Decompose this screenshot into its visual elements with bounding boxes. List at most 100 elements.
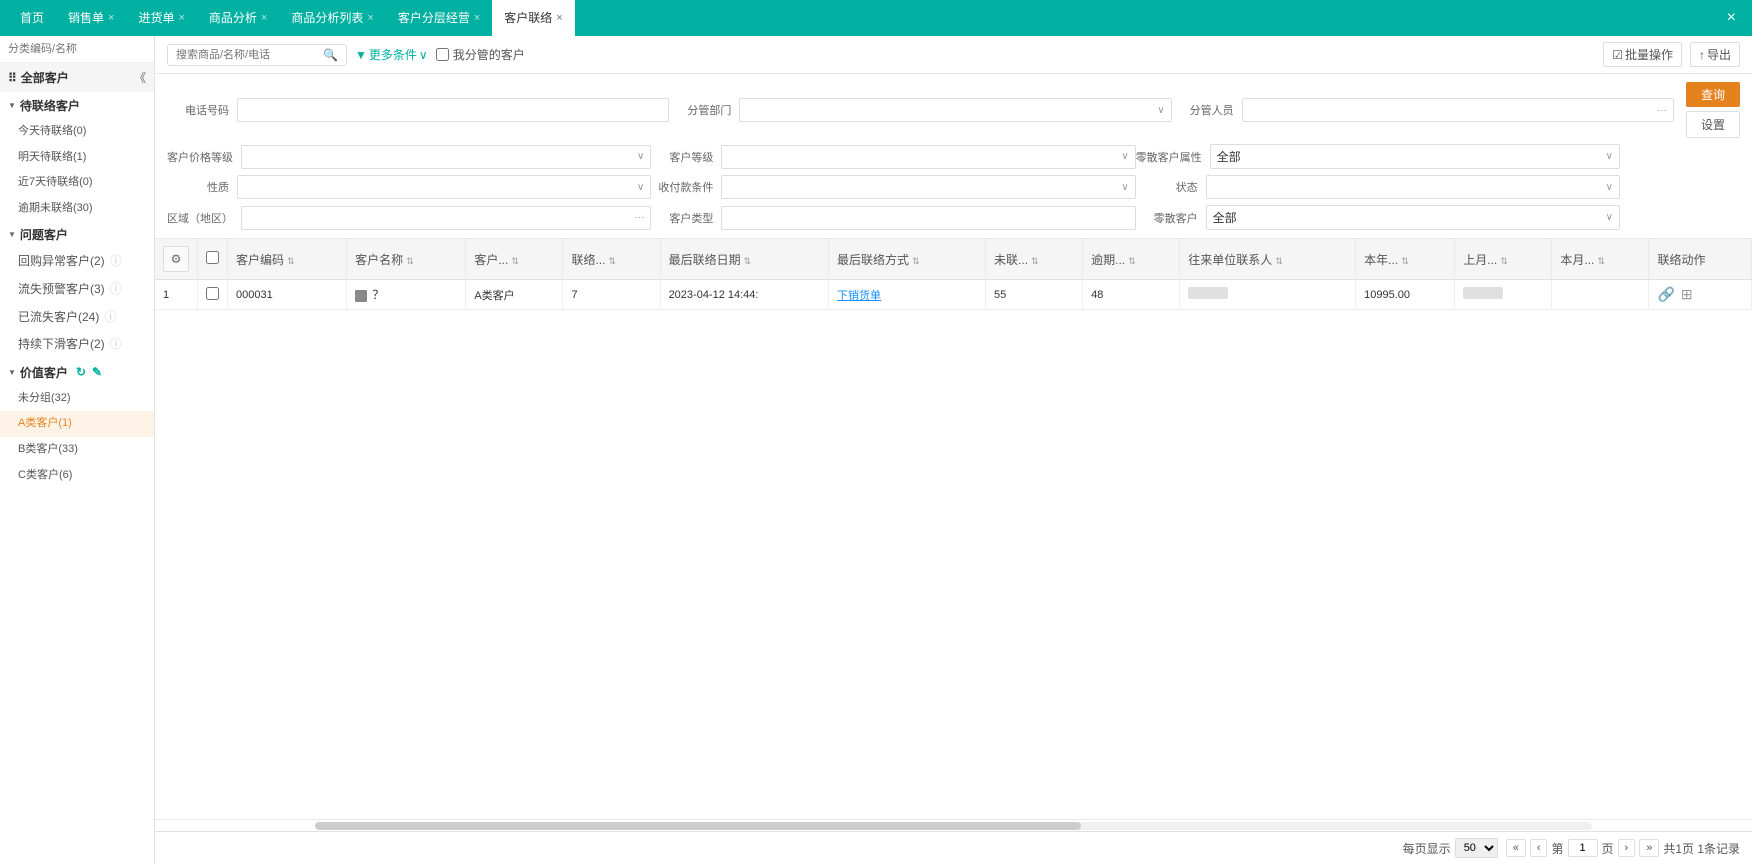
sidebar-item-churned[interactable]: 已流失客户(24) ⓘ	[0, 304, 154, 332]
filter-dept-select[interactable]: ∨	[739, 98, 1171, 122]
edit-icon[interactable]: ✎	[92, 365, 102, 379]
close-sales-tab[interactable]: ×	[108, 0, 114, 36]
nav-tab-analysis-list[interactable]: 商品分析列表 ×	[279, 0, 385, 36]
row-checkbox[interactable]	[206, 287, 219, 300]
my-customers-checkbox-area[interactable]: 我分管的客户	[436, 46, 525, 63]
filter-retail-customer: 零散客户 全部 ∨	[1136, 205, 1620, 230]
filter-nature-select[interactable]: ∨	[237, 175, 651, 199]
triangle-icon-3: ▼	[8, 368, 16, 377]
filter-region-input[interactable]: ···	[241, 206, 651, 230]
filter-retail-customer-select[interactable]: 全部 ∨	[1206, 205, 1620, 230]
sidebar-group-problem-title[interactable]: ▼ 问题客户	[0, 221, 154, 248]
sidebar-item-c-class[interactable]: C类客户(6)	[0, 463, 154, 489]
per-page-select[interactable]: 50	[1455, 838, 1498, 858]
sidebar-item-overdue-pending[interactable]: 逾期未联络(30)	[0, 196, 154, 222]
sidebar-item-7day-pending[interactable]: 近7天待联络(0)	[0, 170, 154, 196]
row-checkbox-cell[interactable]	[198, 280, 228, 310]
sidebar-item-declining[interactable]: 持续下滑客户(2) ⓘ	[0, 331, 154, 359]
query-btn[interactable]: 查询	[1686, 82, 1740, 107]
th-gear[interactable]: ⚙	[155, 239, 198, 280]
sidebar-item-b-class[interactable]: B类客户(33)	[0, 437, 154, 463]
th-customer-type[interactable]: 客户... ⇅	[466, 239, 563, 280]
th-name[interactable]: 客户名称 ⇅	[347, 239, 466, 280]
nav-tab-analysis[interactable]: 商品分析 ×	[197, 0, 279, 36]
th-checkbox[interactable]	[198, 239, 228, 280]
my-customers-checkbox[interactable]	[436, 48, 449, 61]
row-not-contacted: 55	[986, 280, 1083, 310]
row-last-month	[1455, 280, 1552, 310]
filter-status-select[interactable]: ∨	[1206, 175, 1620, 199]
sidebar-group-pending: ▼ 待联络客户 今天待联络(0) 明天待联络(1) 近7天待联络(0) 逾期未联…	[0, 92, 154, 221]
sidebar-group-value-title[interactable]: ▼ 价值客户 ↻ ✎	[0, 359, 154, 386]
close-window-btn[interactable]: ×	[1719, 9, 1744, 27]
filter-retail-attr-select[interactable]: 全部 ∨	[1210, 144, 1620, 169]
scroll-thumb[interactable]	[315, 822, 1081, 830]
th-contact-person[interactable]: 往来单位联系人 ⇅	[1180, 239, 1356, 280]
sidebar-item-repurchase-abnormal[interactable]: 回购异常客户(2) ⓘ	[0, 248, 154, 276]
filter-customer-type-input[interactable]	[721, 206, 1135, 230]
filter-retail-customer-label: 零散客户	[1136, 210, 1206, 226]
filter-phone-input[interactable]	[237, 98, 669, 122]
th-not-contacted[interactable]: 未联... ⇅	[986, 239, 1083, 280]
th-year-amount[interactable]: 本年... ⇅	[1356, 239, 1455, 280]
th-last-contact-method[interactable]: 最后联络方式 ⇅	[829, 239, 986, 280]
grid-action-icon[interactable]: ⊞	[1681, 286, 1693, 303]
page-next-btn[interactable]: ›	[1618, 839, 1636, 857]
filter-payment-select[interactable]: ∨	[721, 175, 1135, 199]
dots-icon-manager: ···	[1657, 105, 1667, 116]
filter-price-level-select[interactable]: ∨	[241, 145, 651, 169]
sort-icon-year: ⇅	[1401, 256, 1409, 266]
scroll-track[interactable]	[315, 822, 1592, 830]
page-last-btn[interactable]: »	[1639, 839, 1659, 857]
close-purchase-tab[interactable]: ×	[178, 0, 184, 36]
export-btn[interactable]: ↑ 导出	[1690, 42, 1740, 67]
sidebar-item-today-pending[interactable]: 今天待联络(0)	[0, 119, 154, 145]
page-first-btn[interactable]: «	[1506, 839, 1526, 857]
sidebar-item-churn-warning[interactable]: 流失预警客户(3) ⓘ	[0, 276, 154, 304]
select-all-checkbox[interactable]	[206, 251, 219, 264]
filter-customer-level-select[interactable]: ∨	[721, 145, 1135, 169]
nav-tab-customer-contact[interactable]: 客户联络 ×	[492, 0, 574, 36]
sidebar-search-input[interactable]	[8, 43, 150, 55]
nav-home[interactable]: 首页	[8, 0, 56, 36]
sort-icon-date: ⇅	[744, 256, 752, 266]
nav-tab-sales[interactable]: 销售单 ×	[56, 0, 126, 36]
filter-customer-level: 客户等级 ∨	[651, 145, 1135, 169]
content-area: 🔍 ▼ 更多条件 ∨ 我分管的客户 ☑ 批量操作 ↑ 导出	[155, 36, 1752, 864]
search-icon[interactable]: 🔍	[323, 48, 338, 62]
page-prev-btn[interactable]: ‹	[1530, 839, 1548, 857]
row-last-contact-method[interactable]: 下销货单	[829, 280, 986, 310]
sidebar-item-ungrouped[interactable]: 未分组(32)	[0, 386, 154, 412]
page-number-input[interactable]	[1568, 839, 1598, 857]
filter-manager-input[interactable]: ···	[1242, 98, 1674, 122]
more-filter-btn[interactable]: ▼ 更多条件 ∨	[355, 46, 428, 63]
info-icon-3: ⓘ	[104, 310, 116, 324]
customer-table: ⚙ 客户编码 ⇅ 客户名称 ⇅	[155, 239, 1752, 310]
sidebar-collapse-btn[interactable]: 《	[134, 69, 146, 86]
nav-tab-purchase[interactable]: 进货单 ×	[126, 0, 196, 36]
filter-nature-label: 性质	[167, 179, 237, 195]
sidebar-item-a-class[interactable]: A类客户(1)	[0, 411, 154, 437]
refresh-icon[interactable]: ↻	[76, 365, 86, 379]
filter-payment: 收付款条件 ∨	[651, 175, 1135, 199]
th-this-month[interactable]: 本月... ⇅	[1552, 239, 1649, 280]
settings-btn[interactable]: 设置	[1686, 111, 1740, 138]
gear-btn[interactable]: ⚙	[163, 246, 189, 272]
close-customer-contact-tab[interactable]: ×	[556, 0, 562, 36]
sidebar-item-tomorrow-pending[interactable]: 明天待联络(1)	[0, 145, 154, 171]
batch-op-btn[interactable]: ☑ 批量操作	[1603, 42, 1682, 67]
link-action-icon[interactable]: 🔗	[1657, 286, 1674, 303]
search-input[interactable]	[176, 49, 319, 61]
th-code[interactable]: 客户编码 ⇅	[228, 239, 347, 280]
sidebar-group-pending-title[interactable]: ▼ 待联络客户	[0, 92, 154, 119]
query-buttons: 查询 设置	[1686, 82, 1740, 138]
th-contact-count[interactable]: 联络... ⇅	[563, 239, 660, 280]
th-last-month[interactable]: 上月... ⇅	[1455, 239, 1552, 280]
th-last-contact-date[interactable]: 最后联络日期 ⇅	[660, 239, 828, 280]
horizontal-scrollbar[interactable]	[155, 819, 1752, 831]
close-customer-tier-tab[interactable]: ×	[474, 0, 480, 36]
nav-tab-customer-tier[interactable]: 客户分层经营 ×	[386, 0, 492, 36]
close-analysis-tab[interactable]: ×	[261, 0, 267, 36]
close-analysis-list-tab[interactable]: ×	[367, 0, 373, 36]
th-overdue[interactable]: 逾期... ⇅	[1083, 239, 1180, 280]
